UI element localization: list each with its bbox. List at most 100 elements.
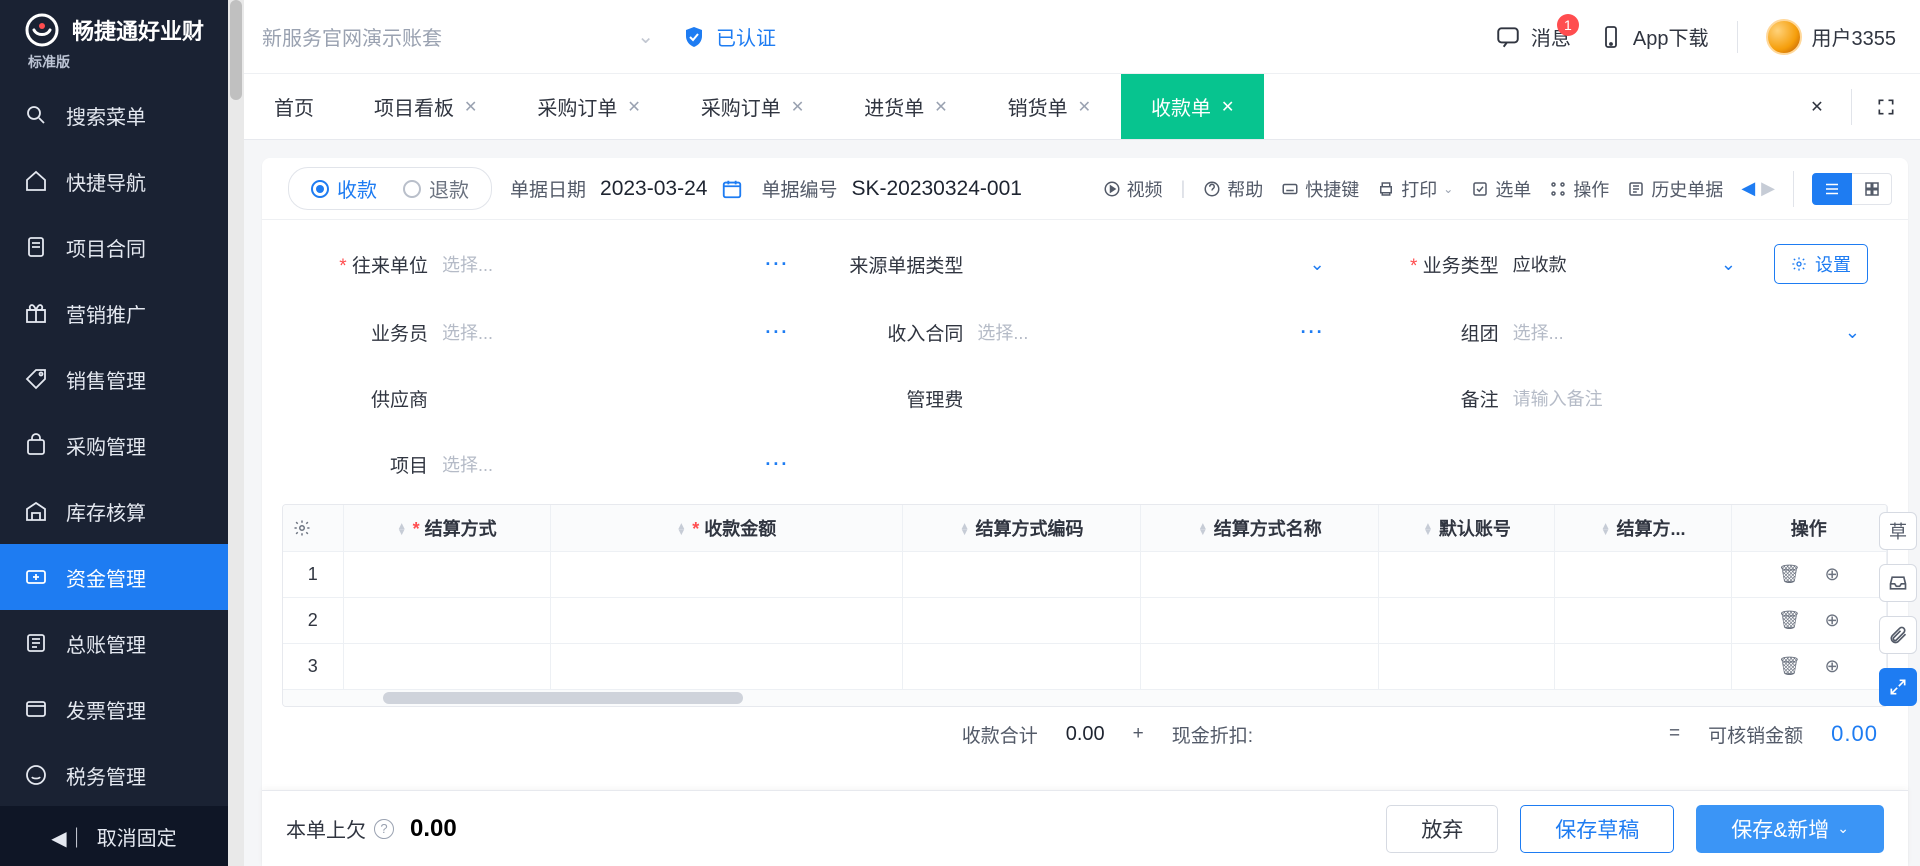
tab-purchase-order-2[interactable]: 采购订单✕ (671, 74, 834, 139)
lookup-icon[interactable]: ··· (765, 454, 789, 475)
user-menu[interactable]: 用户3355 (1766, 19, 1897, 55)
operations-button[interactable]: 操作 (1549, 176, 1609, 202)
remark-input[interactable]: 请输入备注 (1513, 380, 1868, 416)
messages-button[interactable]: 消息 1 (1495, 22, 1571, 51)
table-config-header[interactable] (283, 505, 343, 551)
th-method-code[interactable]: ▲▼结算方式编码 (902, 505, 1140, 551)
help-icon[interactable]: ? (374, 819, 394, 839)
table-row[interactable]: 2🗑⊕ (283, 597, 1887, 643)
attachment-rail-button[interactable] (1879, 616, 1917, 654)
sidebar-item-finance[interactable]: 资金管理 (0, 544, 228, 610)
field-clerk: 业务员选择...··· (302, 314, 797, 350)
add-row-icon[interactable]: ⊕ (1825, 656, 1840, 677)
sum-label: 收款合计 (962, 721, 1038, 748)
discard-button[interactable]: 放弃 (1386, 805, 1498, 853)
clerk-input[interactable]: 选择...··· (442, 314, 797, 350)
main: 新服务官网演示账套 ⌄ 已认证 消息 1 App下载 用户3355 (244, 0, 1920, 866)
close-icon[interactable]: ✕ (934, 97, 947, 117)
select-doc-button[interactable]: 选单 (1471, 176, 1531, 202)
inbox-rail-button[interactable] (1879, 564, 1917, 602)
shortcut-button[interactable]: 快捷键 (1281, 176, 1359, 202)
table-row[interactable]: 1🗑⊕ (283, 551, 1887, 597)
sidebar-item-quicknav[interactable]: 快捷导航 (0, 148, 228, 214)
th-method-extra[interactable]: ▲▼结算方... (1555, 505, 1731, 551)
close-icon[interactable]: ✕ (627, 97, 640, 117)
tab-goods-in[interactable]: 进货单✕ (834, 74, 977, 139)
sidebar-scrollbar[interactable] (228, 0, 244, 866)
sidebar-item-purchase[interactable]: 采购管理 (0, 412, 228, 478)
sidebar-item-project-contract[interactable]: 项目合同 (0, 214, 228, 280)
scrollbar-thumb[interactable] (230, 0, 242, 100)
settings-button[interactable]: 设置 (1774, 244, 1868, 284)
th-method-name[interactable]: ▲▼结算方式名称 (1141, 505, 1379, 551)
table-row[interactable]: 3🗑⊕ (283, 643, 1887, 689)
expand-rail-button[interactable] (1879, 668, 1917, 706)
income-contract-input[interactable]: 选择... ··· (977, 314, 1332, 350)
view-list-button[interactable] (1812, 173, 1852, 205)
lookup-icon[interactable]: ··· (765, 254, 789, 275)
tab-home[interactable]: 首页 (244, 74, 344, 139)
lookup-icon[interactable]: ··· (1301, 322, 1325, 343)
biz-type-select[interactable]: 应收款⌄ (1513, 246, 1744, 282)
radio-refund[interactable]: 退款 (403, 174, 469, 203)
close-all-button[interactable]: ✕ (1799, 89, 1835, 125)
video-button[interactable]: 视频 (1103, 176, 1163, 202)
tab-project-board[interactable]: 项目看板✕ (344, 74, 507, 139)
source-type-select[interactable]: ⌄ (977, 246, 1332, 282)
add-row-icon[interactable]: ⊕ (1825, 564, 1840, 585)
tab-sales-order[interactable]: 销货单✕ (978, 74, 1121, 139)
draft-rail-button[interactable]: 草 (1879, 512, 1917, 550)
sidebar-item-search[interactable]: 搜索菜单 (0, 82, 228, 148)
th-settlement-method[interactable]: ▲▼* 结算方式 (343, 505, 550, 551)
sidebar-item-tax[interactable]: 税务管理 (0, 742, 228, 808)
fullscreen-button[interactable] (1868, 89, 1904, 125)
field-label: 业务类型 (1373, 251, 1513, 278)
prev-icon[interactable]: ◀ (1741, 178, 1755, 199)
sidebar-unpin[interactable]: ◀｜ 取消固定 (0, 806, 228, 866)
calendar-icon[interactable] (721, 178, 743, 200)
delete-row-icon[interactable]: 🗑 (1778, 564, 1801, 585)
sidebar-item-label: 销售管理 (66, 365, 146, 394)
doc-date-value[interactable]: 2023-03-24 (600, 177, 707, 201)
th-default-account[interactable]: ▲▼默认账号 (1379, 505, 1555, 551)
chevron-down-icon: ⌄ (1837, 820, 1849, 837)
th-amount[interactable]: ▲▼* 收款金额 (550, 505, 902, 551)
tab-receipt[interactable]: 收款单 ✕ (1121, 74, 1264, 139)
radio-receipt[interactable]: 收款 (311, 174, 377, 203)
placeholder: 选择... (977, 319, 1028, 345)
delete-row-icon[interactable]: 🗑 (1778, 656, 1801, 677)
scrollbar-thumb[interactable] (383, 692, 743, 704)
sidebar-item-invoice[interactable]: 发票管理 (0, 676, 228, 742)
supplier-input[interactable] (442, 380, 797, 416)
save-and-new-button[interactable]: 保存&新增⌄ (1696, 805, 1884, 853)
save-draft-button[interactable]: 保存草稿 (1520, 805, 1674, 853)
radio-label: 退款 (429, 174, 469, 203)
next-icon[interactable]: ▶ (1761, 178, 1775, 199)
app-download-button[interactable]: App下载 (1599, 22, 1709, 51)
delete-row-icon[interactable]: 🗑 (1778, 610, 1801, 631)
tab-purchase-order-1[interactable]: 采购订单✕ (507, 74, 670, 139)
close-icon[interactable]: ✕ (464, 97, 477, 117)
sidebar-item-label: 总账管理 (66, 629, 146, 658)
close-icon[interactable]: ✕ (1078, 97, 1091, 117)
tab-label: 收款单 (1151, 92, 1211, 121)
close-icon[interactable]: ✕ (791, 97, 804, 117)
mgmt-fee-input[interactable] (977, 380, 1332, 416)
view-grid-button[interactable] (1852, 173, 1892, 205)
sidebar-item-inventory[interactable]: 库存核算 (0, 478, 228, 544)
project-input[interactable]: 选择...··· (442, 446, 797, 482)
print-button[interactable]: 打印⌄ (1377, 176, 1453, 202)
draft-rail-label: 草 (1889, 518, 1907, 544)
tenant-select[interactable]: 新服务官网演示账套 ⌄ (262, 22, 682, 51)
help-button[interactable]: 帮助 (1203, 176, 1263, 202)
sidebar-item-ledger[interactable]: 总账管理 (0, 610, 228, 676)
group-input[interactable]: 选择...⌄ (1513, 314, 1868, 350)
table-h-scrollbar[interactable] (283, 690, 1887, 706)
partner-input[interactable]: 选择...··· (442, 246, 797, 282)
sidebar-item-sales[interactable]: 销售管理 (0, 346, 228, 412)
sidebar-item-marketing[interactable]: 营销推广 (0, 280, 228, 346)
history-button[interactable]: 历史单据 (1627, 176, 1723, 202)
lookup-icon[interactable]: ··· (765, 322, 789, 343)
add-row-icon[interactable]: ⊕ (1825, 610, 1840, 631)
close-icon[interactable]: ✕ (1221, 97, 1234, 117)
